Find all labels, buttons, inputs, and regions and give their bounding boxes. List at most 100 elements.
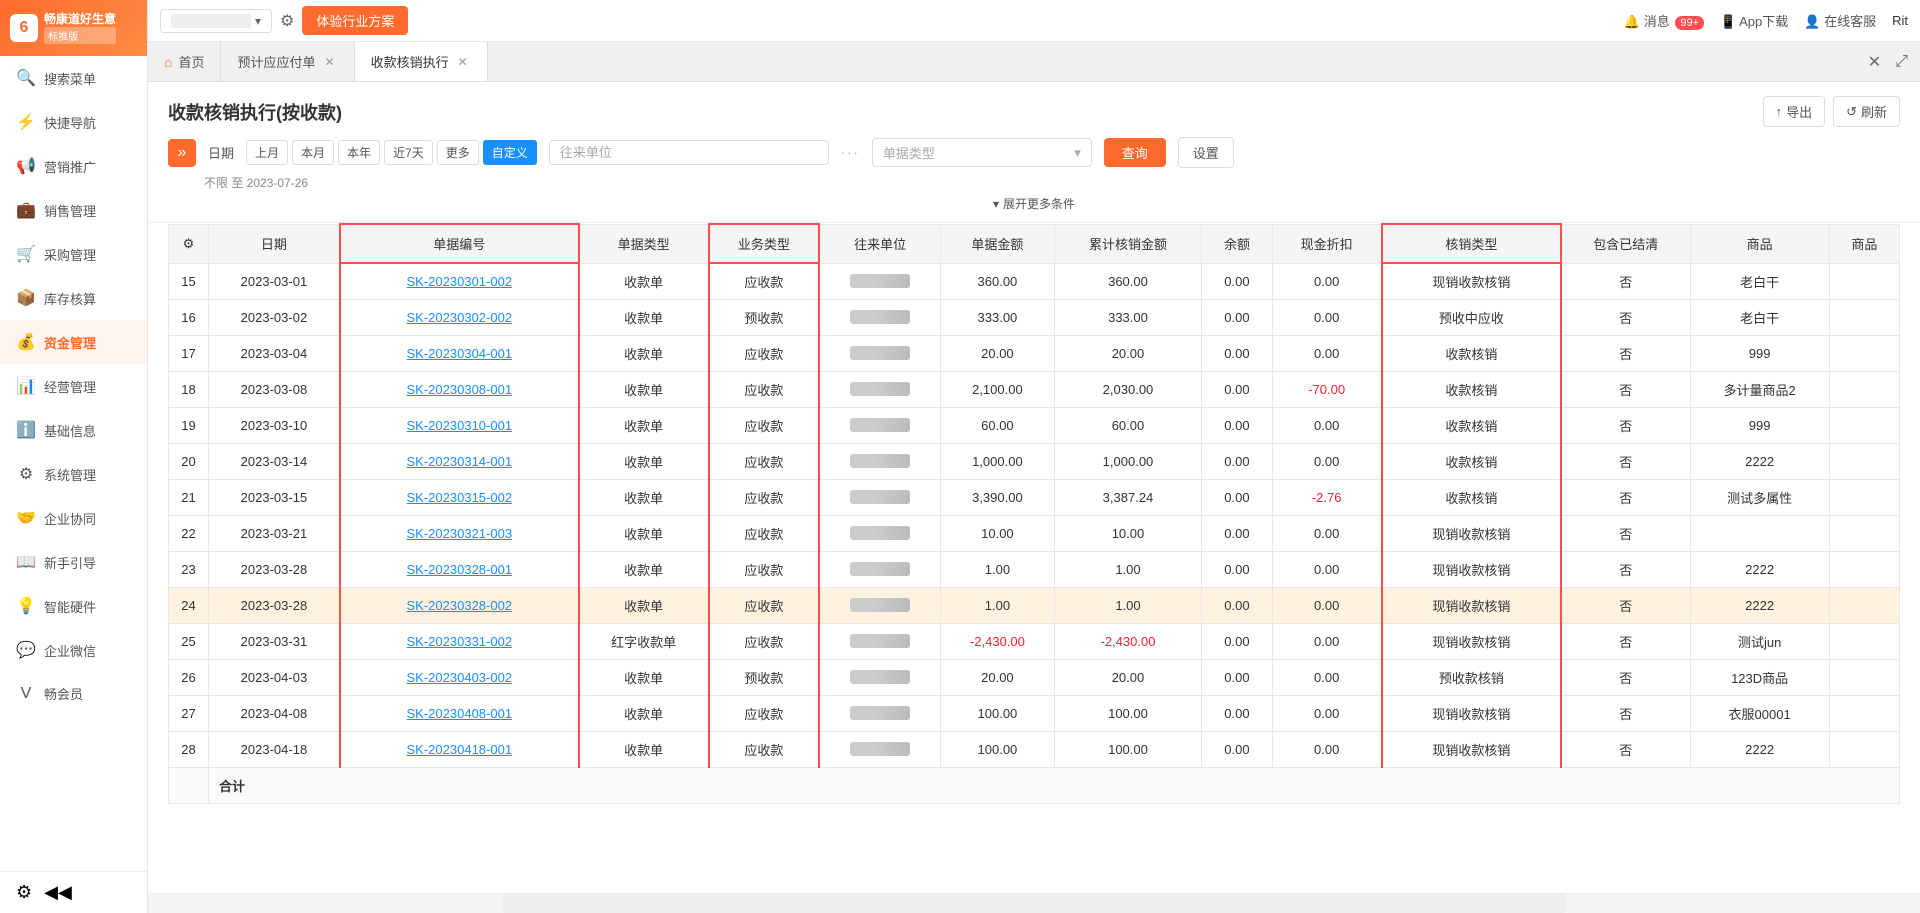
cell-balance: 0.00 [1202,732,1272,768]
operation-icon: 📊 [16,376,36,396]
purchase-icon: 🛒 [16,244,36,264]
main-area: ▾ ⚙ 体验行业方案 🔔 消息 99+ 📱 App下载 👤 在线客服 Rit ⌂… [148,0,1920,913]
bill-no-link[interactable]: SK-20230321-003 [407,526,513,541]
tab-writeoff[interactable]: 收款核销执行 ✕ [355,42,488,81]
sidebar-item-finance[interactable]: 💰 资金管理 [0,320,147,364]
sidebar-item-member[interactable]: V 畅会员 [0,672,147,715]
online-service-btn[interactable]: 👤 在线客服 [1804,11,1876,30]
messages-btn[interactable]: 🔔 消息 99+ [1624,11,1704,30]
bill-no-link[interactable]: SK-20230315-002 [407,490,513,505]
content-area: 收款核销执行(按收款) ↑ 导出 ↺ 刷新 » 日期 上月 本月 [148,82,1920,913]
counterpart-input[interactable] [560,145,818,160]
expand-btn[interactable]: ▾ 展开更多条件 [993,195,1075,212]
bill-no-link[interactable]: SK-20230304-001 [407,346,513,361]
cell-writeoff-type: 收款核销 [1382,336,1561,372]
app-name: 畅康道好生意 [44,12,116,28]
cell-goods1: 衣服00001 [1690,696,1829,732]
logo-icon: 6 [10,14,38,42]
app-badge: 标推版 [44,27,116,44]
cell-balance: 0.00 [1202,263,1272,300]
date-btn-7days[interactable]: 近7天 [384,140,433,165]
refresh-btn[interactable]: ↺ 刷新 [1833,96,1900,127]
cell-writeoff-type: 现销收款核销 [1382,516,1561,552]
bill-type-select[interactable]: 单据类型 ▾ [872,138,1092,167]
cell-date: 2023-04-03 [209,660,340,696]
bill-no-link[interactable]: SK-20230328-002 [407,598,513,613]
bill-no-link[interactable]: SK-20230331-002 [407,634,513,649]
sidebar-item-hardware[interactable]: 💡 智能硬件 [0,584,147,628]
date-btn-more[interactable]: 更多 [437,140,479,165]
tab-prepay-close[interactable]: ✕ [322,54,338,70]
cell-bill-no: SK-20230328-001 [340,552,579,588]
export-btn[interactable]: ↑ 导出 [1763,96,1826,127]
date-btn-this-year[interactable]: 本年 [338,140,380,165]
cell-biz-type: 应收款 [709,588,819,624]
sidebar-item-sales[interactable]: 💼 销售管理 [0,188,147,232]
table-row: 25 2023-03-31 SK-20230331-002 红字收款单 应收款 … [169,624,1900,660]
sidebar-item-inventory[interactable]: 📦 库存核算 [0,276,147,320]
inventory-icon: 📦 [16,288,36,308]
filter-settings-btn[interactable]: 设置 [1178,137,1234,168]
tab-writeoff-close[interactable]: ✕ [455,54,471,70]
cell-goods1: 测试jun [1690,624,1829,660]
cell-goods2 [1829,696,1899,732]
bill-no-link[interactable]: SK-20230418-001 [407,742,513,757]
cell-goods1: 2222 [1690,588,1829,624]
sidebar-item-shortcut[interactable]: ⚡ 快捷导航 [0,100,147,144]
page-actions: ↑ 导出 ↺ 刷新 [1763,96,1900,127]
sidebar-item-collab[interactable]: 🤝 企业协同 [0,496,147,540]
app-download-btn[interactable]: 📱 App下载 [1720,11,1788,30]
bill-no-link[interactable]: SK-20230302-002 [407,310,513,325]
data-table: ⚙ 日期 单据编号 单据类型 业务类型 往来单位 单据金额 累计核销金额 余额 … [168,223,1900,804]
sidebar-item-marketing[interactable]: 📢 营销推广 [0,144,147,188]
table-row: 22 2023-03-21 SK-20230321-003 收款单 应收款 10… [169,516,1900,552]
bill-no-link[interactable]: SK-20230301-002 [407,274,513,289]
cell-balance: 0.00 [1202,696,1272,732]
gear-icon[interactable]: ⚙ [280,11,294,31]
org-selector[interactable]: ▾ [160,9,272,33]
cell-biz-type: 应收款 [709,696,819,732]
sidebar-item-guide[interactable]: 📖 新手引导 [0,540,147,584]
bill-no-link[interactable]: SK-20230308-001 [407,382,513,397]
cell-goods1: 老白干 [1690,263,1829,300]
sidebar-item-search[interactable]: 🔍 搜索菜单 [0,56,147,100]
tab-home[interactable]: ⌂ 首页 [148,42,221,81]
sidebar-item-system[interactable]: ⚙ 系统管理 [0,452,147,496]
cell-writeoff-type: 现销收款核销 [1382,552,1561,588]
bill-no-link[interactable]: SK-20230314-001 [407,454,513,469]
cell-bill-no: SK-20230302-002 [340,300,579,336]
cell-balance: 0.00 [1202,480,1272,516]
cell-bill-no: SK-20230328-002 [340,588,579,624]
date-btn-last-month[interactable]: 上月 [246,140,288,165]
cell-counterpart [819,336,941,372]
query-btn[interactable]: 查询 [1104,138,1166,167]
table-row: 15 2023-03-01 SK-20230301-002 收款单 应收款 36… [169,263,1900,300]
tab-prepay-label: 预计应应付单 [237,52,315,71]
export-icon: ↑ [1776,104,1783,119]
topbar-left: ▾ ⚙ 体验行业方案 [160,6,1614,35]
tab-close-all-icon[interactable]: ✕ [1864,48,1885,76]
tab-prepay[interactable]: 预计应应付单 ✕ [221,42,354,81]
bill-no-link[interactable]: SK-20230403-002 [407,670,513,685]
bill-no-link[interactable]: SK-20230328-001 [407,562,513,577]
cell-num: 28 [169,732,209,768]
hardware-icon: 💡 [16,596,36,616]
sidebar-item-purchase[interactable]: 🛒 采购管理 [0,232,147,276]
col-include-settled: 包含已结清 [1561,224,1690,263]
settings-footer-icon[interactable]: ⚙ [16,882,32,903]
table-row: 24 2023-03-28 SK-20230328-002 收款单 应收款 1.… [169,588,1900,624]
cell-goods1: 2222 [1690,732,1829,768]
date-btn-this-month[interactable]: 本月 [292,140,334,165]
sidebar-item-basic[interactable]: ℹ️ 基础信息 [0,408,147,452]
sidebar-item-wechat[interactable]: 💬 企业微信 [0,628,147,672]
bill-no-link[interactable]: SK-20230310-001 [407,418,513,433]
tab-expand-icon[interactable]: ⤢ [1891,49,1912,75]
date-btn-custom[interactable]: 自定义 [483,140,537,165]
filter-toggle-btn[interactable]: » [168,139,196,167]
tabbar: ⌂ 首页 预计应应付单 ✕ 收款核销执行 ✕ ✕ ⤢ [148,42,1920,82]
collapse-icon[interactable]: ◀◀ [44,882,72,903]
cell-cash-discount: 0.00 [1272,516,1382,552]
sidebar-item-operation[interactable]: 📊 经营管理 [0,364,147,408]
bill-no-link[interactable]: SK-20230408-001 [407,706,513,721]
industry-btn[interactable]: 体验行业方案 [302,6,408,35]
